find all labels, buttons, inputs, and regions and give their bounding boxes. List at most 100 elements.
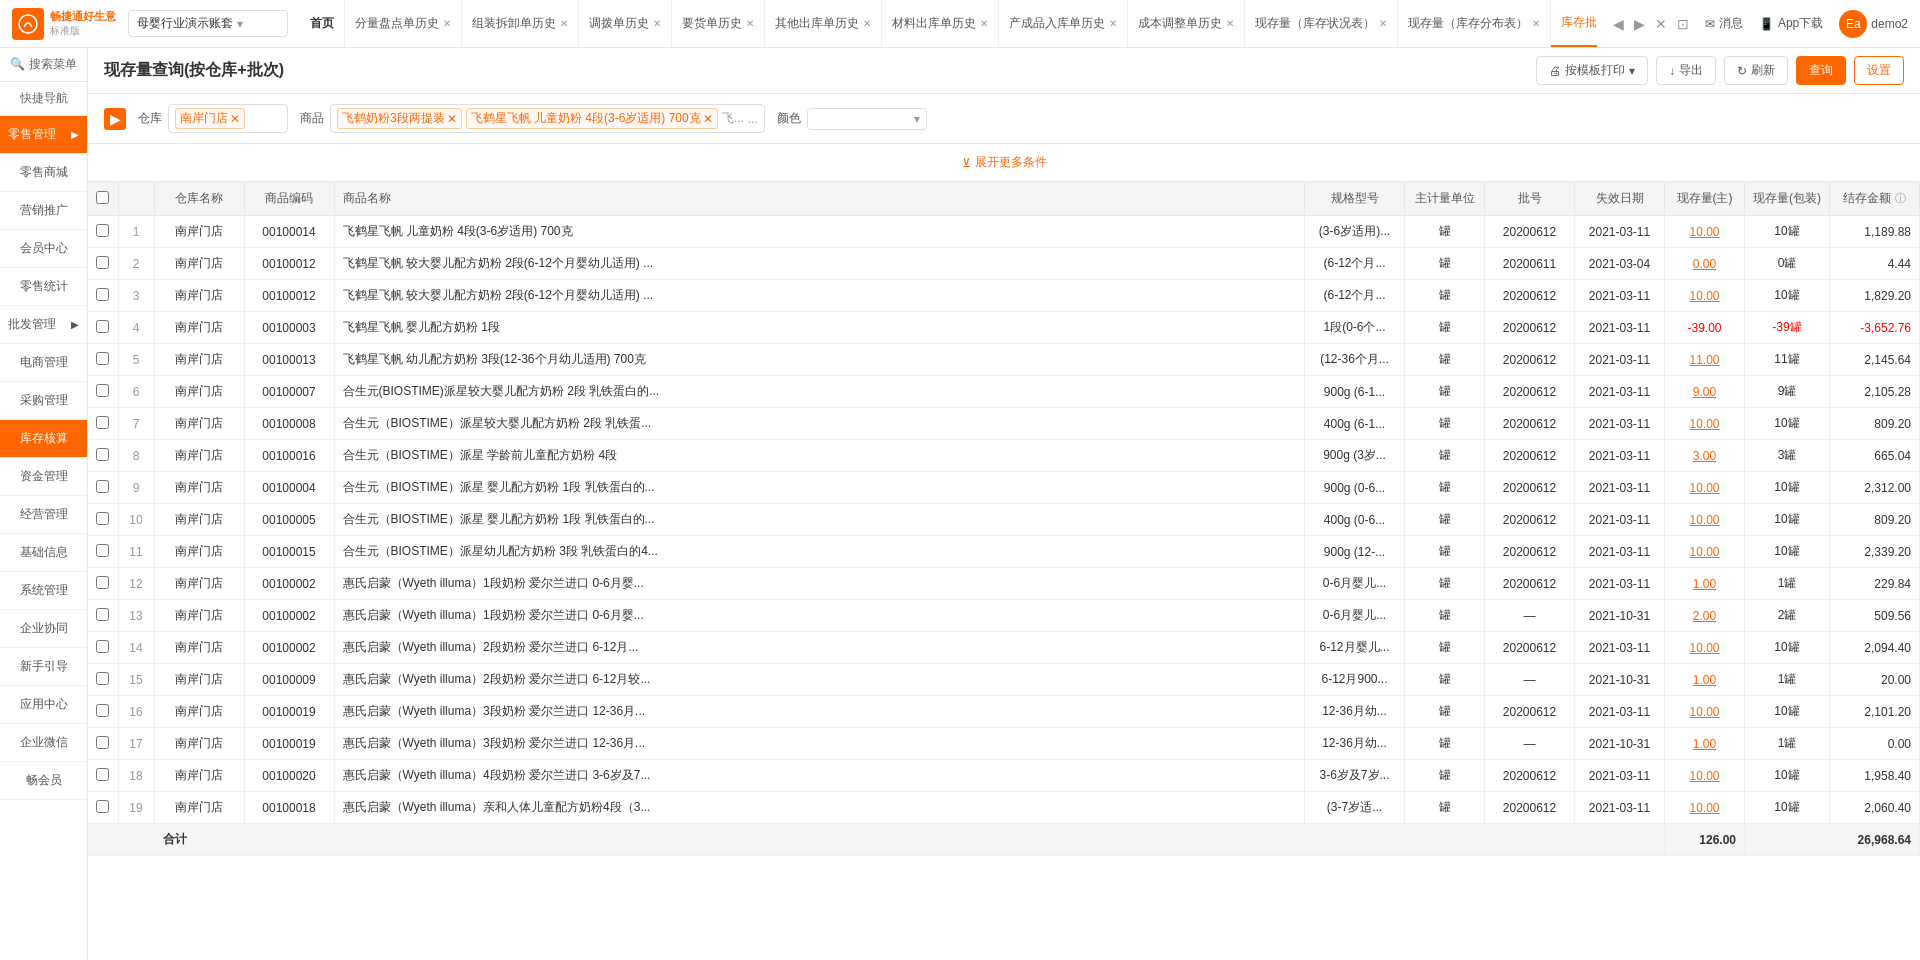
tab-close-icon[interactable]: ✕ — [746, 18, 754, 29]
row-batch: 20200612 — [1485, 440, 1575, 472]
tab-close-icon[interactable]: ✕ — [443, 18, 451, 29]
product-ellipsis[interactable]: 飞... — [722, 110, 744, 127]
sidebar-item-marketing[interactable]: 营销推广 — [0, 192, 87, 230]
sidebar-item-inventory[interactable]: 库存核算 — [0, 420, 87, 458]
tab-close-icon[interactable]: ✕ — [980, 18, 988, 29]
refresh-button[interactable]: ↻ 刷新 — [1724, 56, 1788, 85]
sidebar-quicknav[interactable]: 快捷导航 — [0, 82, 87, 116]
tab-kucun-pici[interactable]: 库存批次账 ✕ — [1551, 0, 1597, 47]
tab-close-icon[interactable]: ✕ — [653, 18, 661, 29]
row-checkbox[interactable] — [96, 480, 109, 493]
row-checkbox[interactable] — [96, 640, 109, 653]
color-filter-input[interactable]: ▾ — [807, 108, 927, 130]
warehouse-tag-1[interactable]: 南岸门店 ✕ — [175, 108, 245, 129]
row-checkbox[interactable] — [96, 256, 109, 269]
row-checkbox[interactable] — [96, 672, 109, 685]
tab-xiancun1[interactable]: 现存量（库存状况表） ✕ — [1245, 0, 1398, 47]
query-button[interactable]: 查询 — [1796, 56, 1846, 85]
remove-warehouse-tag-icon[interactable]: ✕ — [230, 112, 240, 126]
export-button[interactable]: ↓ 导出 — [1656, 56, 1716, 85]
sidebar-item-retail[interactable]: 零售管理 ▶ — [0, 116, 87, 154]
expand-arrow-button[interactable]: ▶ — [104, 108, 126, 130]
sidebar-item-ecommerce[interactable]: 电商管理 — [0, 344, 87, 382]
tab-zuzhuang[interactable]: 组装拆卸单历史 ✕ — [462, 0, 579, 47]
org-selector[interactable]: 母婴行业演示账套 ▾ — [128, 10, 288, 37]
settings-button[interactable]: 设置 — [1854, 56, 1904, 85]
product-tag-2[interactable]: 飞鹤星飞帆 儿童奶粉 4段(3-6岁适用) 700克 ✕ — [466, 108, 718, 129]
messages-button[interactable]: ✉ 消息 — [1705, 15, 1743, 32]
row-unit: 罐 — [1405, 664, 1485, 696]
sidebar-item-wechat[interactable]: 企业微信 — [0, 724, 87, 762]
sidebar-item-collab[interactable]: 企业协同 — [0, 610, 87, 648]
row-batch: — — [1485, 728, 1575, 760]
tab-close-icon[interactable]: ✕ — [1109, 18, 1117, 29]
ellipsis-more[interactable]: ... — [748, 112, 758, 126]
sidebar-item-retail-stats[interactable]: 零售统计 — [0, 268, 87, 306]
tab-cailiao[interactable]: 材料出库单历史 ✕ — [882, 0, 999, 47]
row-qty-pkg: 1罐 — [1745, 664, 1830, 696]
product-tag-1[interactable]: 飞鹤奶粉3段两提装 ✕ — [337, 108, 462, 129]
arrow-right-icon[interactable]: ▶ — [1630, 14, 1649, 34]
row-checkbox[interactable] — [96, 416, 109, 429]
row-checkbox[interactable] — [96, 800, 109, 813]
row-qty-main: 2.00 — [1665, 600, 1745, 632]
sidebar-item-wholesale[interactable]: 批发管理 ▶ — [0, 306, 87, 344]
product-filter-tags[interactable]: 飞鹤奶粉3段两提装 ✕ 飞鹤星飞帆 儿童奶粉 4段(3-6岁适用) 700克 ✕… — [330, 104, 765, 133]
sidebar-item-ops[interactable]: 经营管理 — [0, 496, 87, 534]
tab-chengpin[interactable]: 产成品入库单历史 ✕ — [999, 0, 1128, 47]
row-checkbox[interactable] — [96, 512, 109, 525]
row-checkbox[interactable] — [96, 544, 109, 557]
tab-qitachu[interactable]: 其他出库单历史 ✕ — [765, 0, 882, 47]
row-checkbox[interactable] — [96, 768, 109, 781]
row-code: 00100018 — [244, 792, 334, 824]
app-download-button[interactable]: 📱 App下载 — [1759, 15, 1823, 32]
tab-fenliang[interactable]: 分量盘点单历史 ✕ — [345, 0, 462, 47]
sidebar-item-vip[interactable]: 畅会员 — [0, 762, 87, 800]
row-checkbox[interactable] — [96, 704, 109, 717]
maximize-icon[interactable]: ⊡ — [1673, 14, 1693, 34]
warehouse-filter-tags[interactable]: 南岸门店 ✕ — [168, 104, 288, 133]
select-all-checkbox[interactable] — [96, 191, 109, 204]
row-checkbox[interactable] — [96, 736, 109, 749]
row-checkbox[interactable] — [96, 448, 109, 461]
sidebar-item-system[interactable]: 系统管理 — [0, 572, 87, 610]
sidebar-item-mall[interactable]: 零售商城 — [0, 154, 87, 192]
expand-more-button[interactable]: ⊻ 展开更多条件 — [954, 150, 1055, 175]
row-warehouse: 南岸门店 — [154, 216, 244, 248]
tab-xiancun2[interactable]: 现存量（库存分布表） ✕ — [1398, 0, 1551, 47]
tab-close-icon[interactable]: ✕ — [1532, 18, 1540, 29]
row-checkbox[interactable] — [96, 608, 109, 621]
row-checkbox[interactable] — [96, 576, 109, 589]
tab-diaopo[interactable]: 调拨单历史 ✕ — [579, 0, 672, 47]
row-warehouse: 南岸门店 — [154, 664, 244, 696]
row-checkbox[interactable] — [96, 288, 109, 301]
sidebar-item-basic[interactable]: 基础信息 — [0, 534, 87, 572]
sidebar-item-purchase[interactable]: 采购管理 — [0, 382, 87, 420]
row-checkbox[interactable] — [96, 320, 109, 333]
row-num: 15 — [118, 664, 154, 696]
print-button[interactable]: 🖨 按模板打印 ▾ — [1536, 56, 1648, 85]
table-row: 1 南岸门店 00100014 飞鹤星飞帆 儿童奶粉 4段(3-6岁适用) 70… — [88, 216, 1920, 248]
close-all-icon[interactable]: ✕ — [1651, 14, 1671, 34]
sidebar-item-appstore[interactable]: 应用中心 — [0, 686, 87, 724]
tab-home[interactable]: 首页 — [300, 0, 345, 47]
arrow-left-icon[interactable]: ◀ — [1609, 14, 1628, 34]
tab-close-icon[interactable]: ✕ — [1379, 18, 1387, 29]
sidebar-item-newbie[interactable]: 新手引导 — [0, 648, 87, 686]
remove-product-tag2-icon[interactable]: ✕ — [703, 112, 713, 126]
tab-close-icon[interactable]: ✕ — [863, 18, 871, 29]
row-checkbox[interactable] — [96, 352, 109, 365]
remove-product-tag1-icon[interactable]: ✕ — [447, 112, 457, 126]
tab-close-icon[interactable]: ✕ — [1226, 18, 1234, 29]
tab-yaohuo[interactable]: 要货单历史 ✕ — [672, 0, 765, 47]
row-checkbox[interactable] — [96, 384, 109, 397]
info-icon[interactable]: ⓘ — [1895, 192, 1906, 204]
sidebar-search[interactable]: 🔍 搜索菜单 — [0, 48, 87, 82]
sidebar-item-finance[interactable]: 资金管理 — [0, 458, 87, 496]
row-num: 7 — [118, 408, 154, 440]
user-menu[interactable]: Ea demo2 — [1839, 10, 1908, 38]
sidebar-item-member[interactable]: 会员中心 — [0, 230, 87, 268]
tab-close-icon[interactable]: ✕ — [560, 18, 568, 29]
tab-chengben[interactable]: 成本调整单历史 ✕ — [1128, 0, 1245, 47]
row-checkbox[interactable] — [96, 224, 109, 237]
